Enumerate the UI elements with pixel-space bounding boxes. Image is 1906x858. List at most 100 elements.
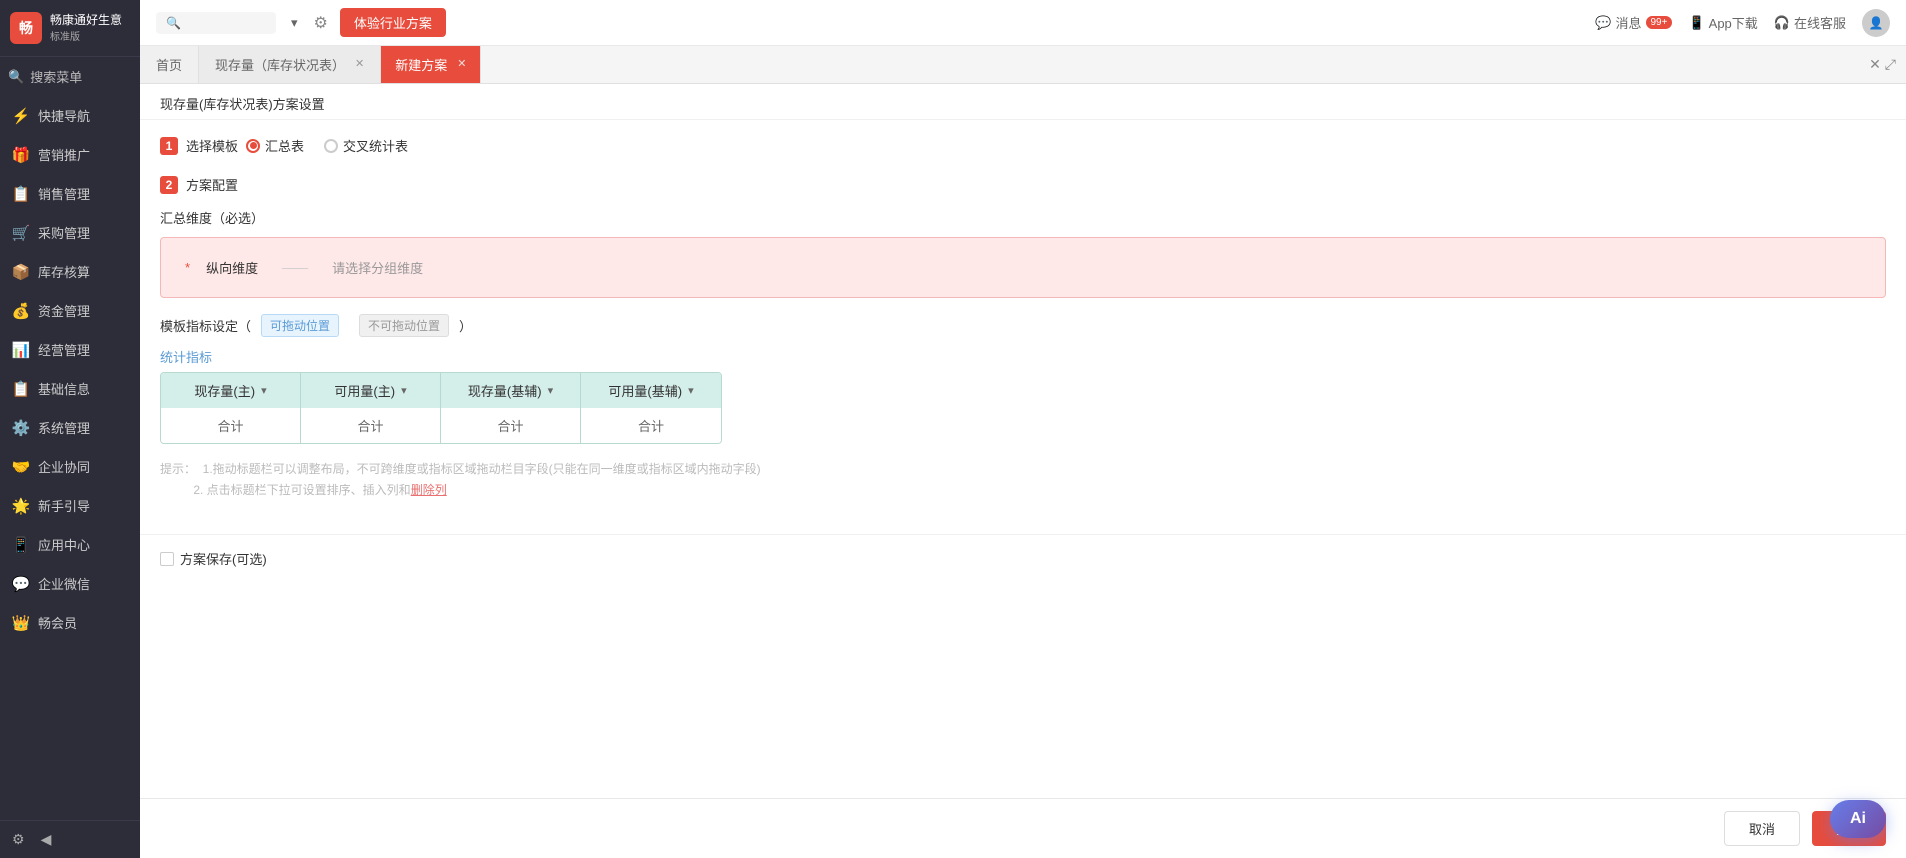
stats-body-col3: 合计 (441, 408, 581, 443)
sidebar-item-new-guide[interactable]: 🌟 新手引导 (0, 486, 140, 525)
messages-label: 消息 (1615, 13, 1641, 32)
operations-icon: 📊 (12, 341, 30, 359)
wechat-icon: 💬 (12, 575, 30, 593)
sidebar-item-operations[interactable]: 📊 经营管理 (0, 330, 140, 369)
indicator-settings: 模板指标设定（ 可拖动位置 不可拖动位置 ） 统计指标 (160, 314, 1886, 498)
section1-number: 1 (160, 137, 178, 155)
radio-cross[interactable]: 交叉统计表 (324, 136, 408, 155)
sidebar-item-member[interactable]: 👑 畅会员 (0, 603, 140, 642)
close-panel-button[interactable]: ✕ (1869, 56, 1881, 73)
app-name: 畅康通好生意 (50, 13, 122, 29)
section2-title: 方案配置 (186, 175, 238, 194)
purchase-icon: 🛒 (12, 224, 30, 242)
sidebar-search[interactable]: 🔍 搜索菜单 (0, 57, 140, 96)
sidebar-item-inventory[interactable]: 📦 库存核算 (0, 252, 140, 291)
sidebar-item-enterprise[interactable]: 🤝 企业协同 (0, 447, 140, 486)
sidebar-item-wechat[interactable]: 💬 企业微信 (0, 564, 140, 603)
sidebar-item-purchase[interactable]: 🛒 采购管理 (0, 213, 140, 252)
vertical-dimension-label: 纵向维度 (206, 258, 258, 277)
cancel-button[interactable]: 取消 (1724, 811, 1800, 846)
stats-col1-dropdown[interactable]: ▾ (261, 384, 267, 397)
headset-icon: 🎧 (1774, 15, 1790, 31)
stats-title: 统计指标 (160, 347, 1886, 366)
sidebar-item-quick-nav[interactable]: ⚡ 快捷导航 (0, 96, 140, 135)
stats-col2-dropdown[interactable]: ▾ (401, 384, 407, 397)
app-badge: 标准版 (50, 28, 122, 43)
save-checkbox[interactable] (160, 552, 174, 566)
new-guide-icon: 🌟 (12, 497, 30, 515)
trial-button[interactable]: 体验行业方案 (340, 8, 446, 37)
phone-icon: 📱 (1688, 15, 1704, 31)
sidebar: 畅 畅康通好生意 标准版 🔍 搜索菜单 ⚡ 快捷导航 🎁 营销推广 📋 销售管理… (0, 0, 140, 858)
stats-table: 现存量(主) ▾ 可用量(主) ▾ 现存量(基辅) (160, 372, 722, 444)
finance-icon: 💰 (12, 302, 30, 320)
page-title: 现存量(库存状况表)方案设置 (140, 84, 1906, 120)
stats-header-col2[interactable]: 可用量(主) ▾ (301, 373, 441, 408)
sidebar-item-system[interactable]: ⚙️ 系统管理 (0, 408, 140, 447)
logo-icon: 畅 (10, 12, 42, 44)
section2-number: 2 (160, 176, 178, 194)
user-avatar[interactable]: 👤 (1862, 9, 1890, 37)
tip2: 2. 点击标题栏下拉可设置排序、插入列和删除列 (160, 481, 1886, 498)
sidebar-item-label: 应用中心 (38, 535, 90, 554)
radio-summary[interactable]: 汇总表 (246, 136, 304, 155)
avatar-icon: 👤 (1869, 16, 1884, 30)
marketing-icon: 🎁 (12, 146, 30, 164)
member-icon: 👑 (12, 614, 30, 632)
settings-icon[interactable]: ⚙ (12, 831, 25, 848)
dimension-row: * 纵向维度 —— 请选择分组维度 (185, 258, 1861, 277)
basic-info-icon: 📋 (12, 380, 30, 398)
stats-header-col3[interactable]: 现存量(基辅) ▾ (441, 373, 581, 408)
stats-section: 统计指标 现存量(主) ▾ 可用量(主) ▾ (160, 347, 1886, 444)
required-star: * (185, 260, 190, 275)
ai-float-button[interactable]: Ai (1830, 800, 1886, 838)
stats-col3-label: 现存量(基辅) (468, 381, 542, 400)
dimension-required-label: 汇总维度（必选） (160, 208, 1886, 227)
collapse-icon[interactable]: ◀ (41, 831, 52, 848)
section1-title: 选择模板 (186, 136, 238, 155)
form-section: 1 选择模板 汇总表 交叉统计表 (140, 120, 1906, 534)
section2-block: 2 方案配置 汇总维度（必选） * 纵向维度 —— 请选择分组维度 (160, 175, 1886, 498)
tab-home[interactable]: 首页 (140, 46, 199, 83)
action-bar: 取消 查询 (140, 798, 1906, 858)
online-service-label: 在线客服 (1794, 13, 1846, 32)
topbar-search[interactable]: 🔍 (156, 12, 276, 34)
section2-header: 2 方案配置 (160, 175, 1886, 194)
indicator-close-paren: ） (459, 316, 472, 335)
tab-inventory-status-close[interactable]: ✕ (355, 59, 364, 70)
delete-link[interactable]: 删除列 (411, 483, 447, 497)
save-option: 方案保存(可选) (140, 534, 1906, 582)
tabs-bar: 首页 现存量（库存状况表） ✕ 新建方案 ✕ ✕ ⤢ (140, 46, 1906, 84)
topbar-gear-icon[interactable]: ⚙ (314, 13, 328, 33)
stats-col1-label: 现存量(主) (194, 381, 255, 400)
stats-col4-dropdown[interactable]: ▾ (688, 384, 694, 397)
non-draggable-tag: 不可拖动位置 (359, 314, 449, 337)
online-service-item[interactable]: 🎧 在线客服 (1774, 13, 1846, 32)
stats-col3-dropdown[interactable]: ▾ (548, 384, 554, 397)
stats-header-col1[interactable]: 现存量(主) ▾ (161, 373, 301, 408)
section1-header: 1 选择模板 汇总表 交叉统计表 (160, 136, 1886, 155)
sidebar-item-sales[interactable]: 📋 销售管理 (0, 174, 140, 213)
sidebar-item-finance[interactable]: 💰 资金管理 (0, 291, 140, 330)
sidebar-nav: ⚡ 快捷导航 🎁 营销推广 📋 销售管理 🛒 采购管理 📦 库存核算 💰 资金管… (0, 96, 140, 820)
messages-item[interactable]: 💬 消息 99+ (1595, 13, 1672, 32)
stats-col2-label: 可用量(主) (334, 381, 395, 400)
app-download-item[interactable]: 📱 App下载 (1688, 13, 1757, 32)
sidebar-item-marketing[interactable]: 🎁 营销推广 (0, 135, 140, 174)
template-radio-group: 汇总表 交叉统计表 (246, 136, 408, 155)
stats-header-row: 现存量(主) ▾ 可用量(主) ▾ 现存量(基辅) (161, 373, 721, 408)
tab-new-scheme-close[interactable]: ✕ (457, 59, 466, 70)
radio-summary-label: 汇总表 (265, 136, 304, 155)
tab-new-scheme[interactable]: 新建方案 ✕ (381, 46, 481, 83)
stats-body-row: 合计 合计 合计 合计 (161, 408, 721, 443)
topbar-dropdown-btn[interactable]: ▾ (288, 15, 298, 31)
app-download-label: App下载 (1709, 13, 1758, 32)
sidebar-item-app-center[interactable]: 📱 应用中心 (0, 525, 140, 564)
radio-cross-label: 交叉统计表 (343, 136, 408, 155)
dimension-placeholder: 请选择分组维度 (332, 258, 423, 277)
stats-header-col4[interactable]: 可用量(基辅) ▾ (581, 373, 721, 408)
tips-area: 提示： 1.拖动标题栏可以调整布局，不可跨维度或指标区域拖动栏目字段(只能在同一… (160, 460, 1886, 498)
sidebar-item-basic-info[interactable]: 📋 基础信息 (0, 369, 140, 408)
expand-panel-button[interactable]: ⤢ (1885, 56, 1896, 73)
tab-inventory-status[interactable]: 现存量（库存状况表） ✕ (199, 46, 381, 83)
